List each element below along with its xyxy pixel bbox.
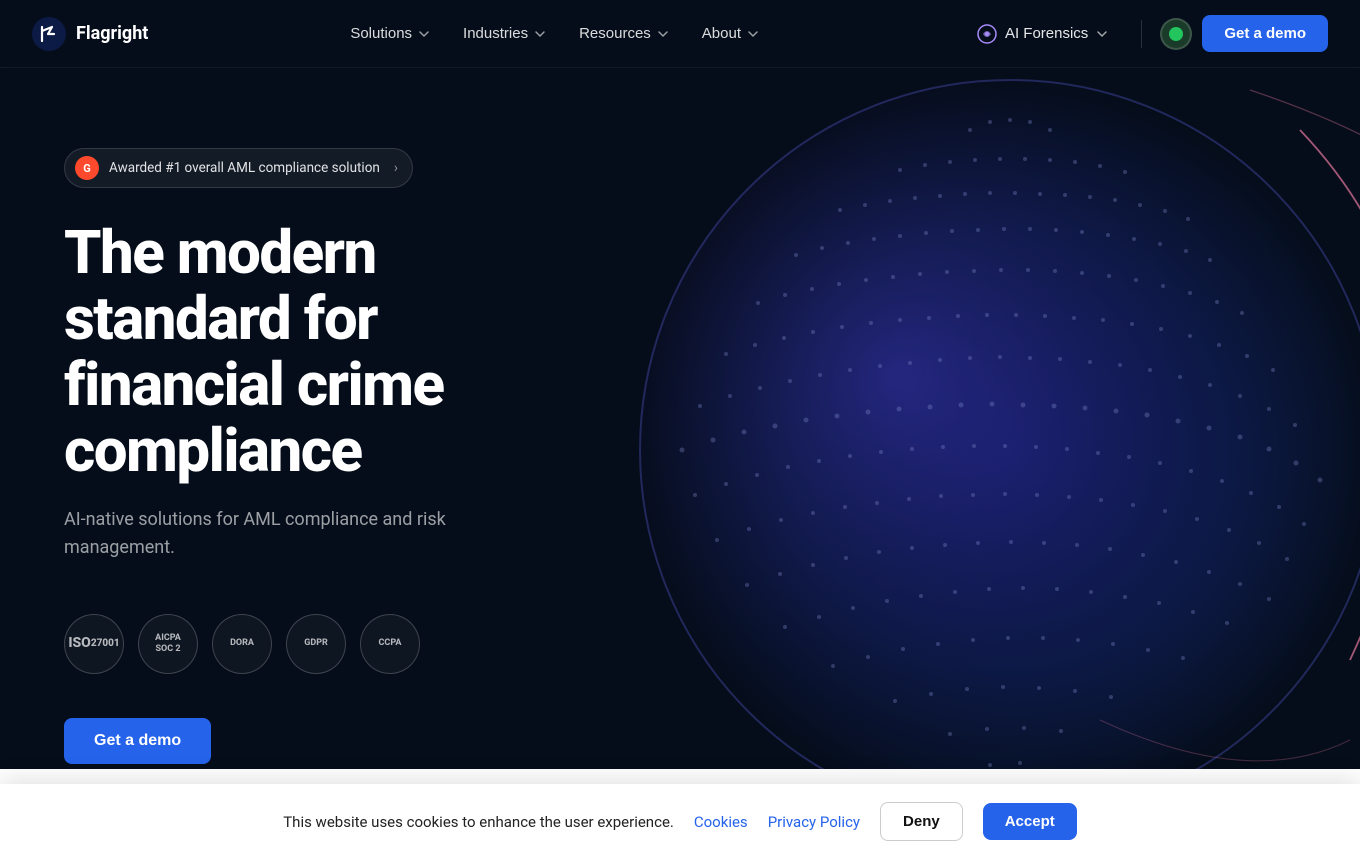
deny-button[interactable]: Deny	[880, 802, 963, 841]
soc2-badge: AICPASOC 2	[138, 614, 198, 674]
cookies-link[interactable]: Cookies	[694, 813, 748, 831]
resources-nav-btn[interactable]: Resources	[565, 17, 684, 50]
hero-subtitle: AI-native solutions for AML compliance a…	[64, 506, 544, 562]
cookie-banner: This website uses cookies to enhance the…	[0, 784, 1360, 859]
gdpr-badge: GDPR	[286, 614, 346, 674]
dora-badge: DORA	[212, 614, 272, 674]
iso-badge: ISO27001	[64, 614, 124, 674]
industries-nav-btn[interactable]: Industries	[449, 17, 561, 50]
cai-logo-icon	[976, 23, 998, 45]
nav-links: Solutions Industries Resources About	[336, 17, 774, 50]
hero-cta-button[interactable]: Get a demo	[64, 718, 211, 764]
cert-badges: ISO27001 AICPASOC 2 DORA GDPR CCPA	[64, 614, 576, 674]
award-badge-text: Awarded #1 overall AML compliance soluti…	[109, 160, 380, 176]
logo-text: Flagright	[76, 23, 148, 44]
navbar: Flagright Solutions Industries Resources…	[0, 0, 1360, 68]
award-badge[interactable]: G Awarded #1 overall AML compliance solu…	[64, 148, 413, 188]
privacy-policy-link[interactable]: Privacy Policy	[768, 813, 860, 831]
hero-title: The modern standard for financial crime …	[64, 220, 576, 484]
hero-globe	[600, 40, 1360, 859]
chevron-down-icon	[746, 27, 760, 41]
globe-indicator-inner	[1169, 27, 1183, 41]
cookie-message: This website uses cookies to enhance the…	[283, 813, 674, 831]
chevron-down-icon	[1095, 27, 1109, 41]
chevron-down-icon	[533, 27, 547, 41]
hero-content: G Awarded #1 overall AML compliance solu…	[0, 68, 640, 824]
accept-button[interactable]: Accept	[983, 803, 1077, 840]
nav-divider	[1141, 20, 1142, 48]
badge-arrow-icon: ›	[394, 160, 398, 176]
chevron-down-icon	[417, 27, 431, 41]
nav-right: AI Forensics Get a demo	[962, 15, 1328, 53]
ccpa-badge: CCPA	[360, 614, 420, 674]
nav-logo[interactable]: Flagright	[32, 17, 148, 51]
ai-forensics-btn[interactable]: AI Forensics	[962, 15, 1123, 53]
chevron-down-icon	[656, 27, 670, 41]
language-selector[interactable]	[1160, 18, 1192, 50]
get-demo-nav-button[interactable]: Get a demo	[1202, 15, 1328, 52]
g2-badge: G	[75, 156, 99, 180]
flagright-logo-icon	[32, 17, 66, 51]
about-nav-btn[interactable]: About	[688, 17, 774, 50]
hero-section: G Awarded #1 overall AML compliance solu…	[0, 0, 1360, 859]
solutions-nav-btn[interactable]: Solutions	[336, 17, 445, 50]
